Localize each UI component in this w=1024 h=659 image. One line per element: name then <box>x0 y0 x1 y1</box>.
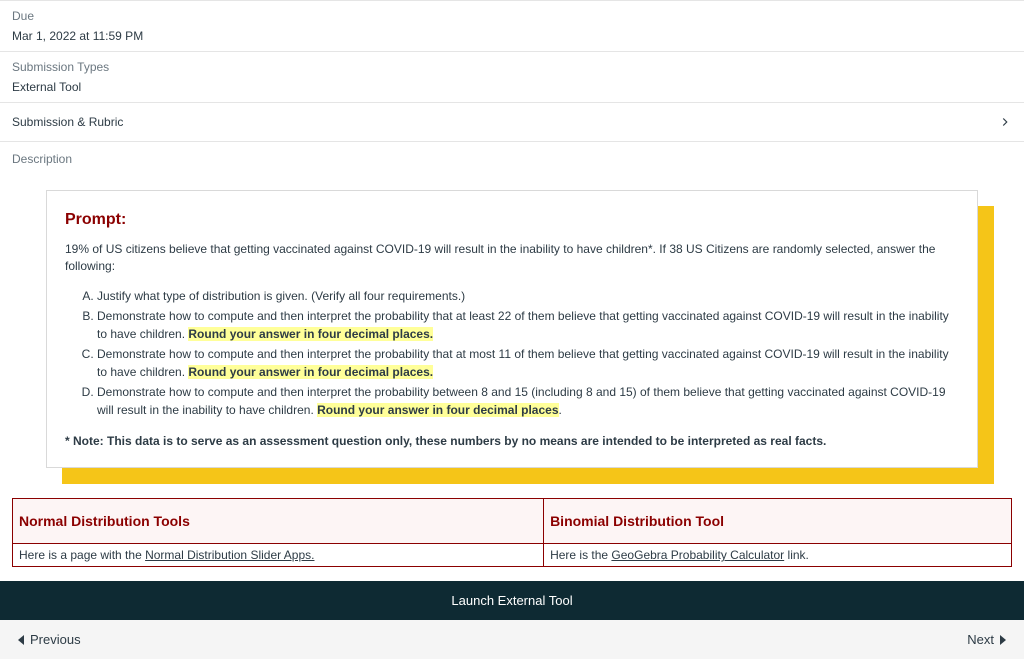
tools-col1-cell: Here is a page with the Normal Distribut… <box>13 544 544 567</box>
tools-col2-pre: Here is the <box>550 548 611 562</box>
table-row: Normal Distribution Tools Binomial Distr… <box>13 499 1012 544</box>
submission-types-value: External Tool <box>12 80 1012 94</box>
prompt-list: Justify what type of distribution is giv… <box>65 287 959 419</box>
submission-rubric-row[interactable]: Submission & Rubric <box>0 102 1024 142</box>
list-item: Justify what type of distribution is giv… <box>97 287 959 305</box>
table-row: Here is a page with the Normal Distribut… <box>13 544 1012 567</box>
previous-button[interactable]: Previous <box>18 632 81 647</box>
tools-table: Normal Distribution Tools Binomial Distr… <box>12 498 1012 567</box>
prompt-wrapper: Prompt: 19% of US citizens believe that … <box>46 190 978 468</box>
tools-col1-header: Normal Distribution Tools <box>13 499 544 544</box>
list-item: Demonstrate how to compute and then inte… <box>97 383 959 419</box>
geogebra-link[interactable]: GeoGebra Probability Calculator <box>611 548 784 562</box>
description-label: Description <box>0 142 1024 172</box>
due-label: Due <box>12 9 1012 23</box>
chevron-right-icon <box>998 115 1012 129</box>
tools-col1-pre: Here is a page with the <box>19 548 145 562</box>
prompt-note: * Note: This data is to serve as an asse… <box>65 433 959 450</box>
triangle-left-icon <box>18 635 24 645</box>
due-value: Mar 1, 2022 at 11:59 PM <box>12 29 1012 43</box>
nav-bar: Previous Next <box>0 620 1024 659</box>
tools-col2-post: link. <box>784 548 809 562</box>
prompt-intro: 19% of US citizens believe that getting … <box>65 241 959 275</box>
next-button[interactable]: Next <box>967 632 1006 647</box>
next-label: Next <box>967 632 994 647</box>
submission-types-label: Submission Types <box>12 60 1012 74</box>
tools-col2-header: Binomial Distribution Tool <box>544 499 1012 544</box>
prompt-box: Prompt: 19% of US citizens believe that … <box>46 190 978 468</box>
prompt-title: Prompt: <box>65 211 959 229</box>
tools-col2-cell: Here is the GeoGebra Probability Calcula… <box>544 544 1012 567</box>
submission-rubric-label: Submission & Rubric <box>12 115 123 129</box>
list-item: Demonstrate how to compute and then inte… <box>97 345 959 381</box>
item-c-highlight: Round your answer in four decimal places… <box>188 365 433 379</box>
triangle-right-icon <box>1000 635 1006 645</box>
previous-label: Previous <box>30 632 81 647</box>
list-item: Demonstrate how to compute and then inte… <box>97 307 959 343</box>
item-d-post: . <box>559 403 562 417</box>
item-b-highlight: Round your answer in four decimal places… <box>188 327 433 341</box>
due-section: Due Mar 1, 2022 at 11:59 PM <box>0 0 1024 51</box>
launch-external-tool-button[interactable]: Launch External Tool <box>0 581 1024 620</box>
normal-distribution-link[interactable]: Normal Distribution Slider Apps. <box>145 548 314 562</box>
item-a: Justify what type of distribution is giv… <box>97 289 465 303</box>
submission-types-section: Submission Types External Tool <box>0 51 1024 102</box>
item-d-highlight: Round your answer in four decimal places <box>317 403 558 417</box>
